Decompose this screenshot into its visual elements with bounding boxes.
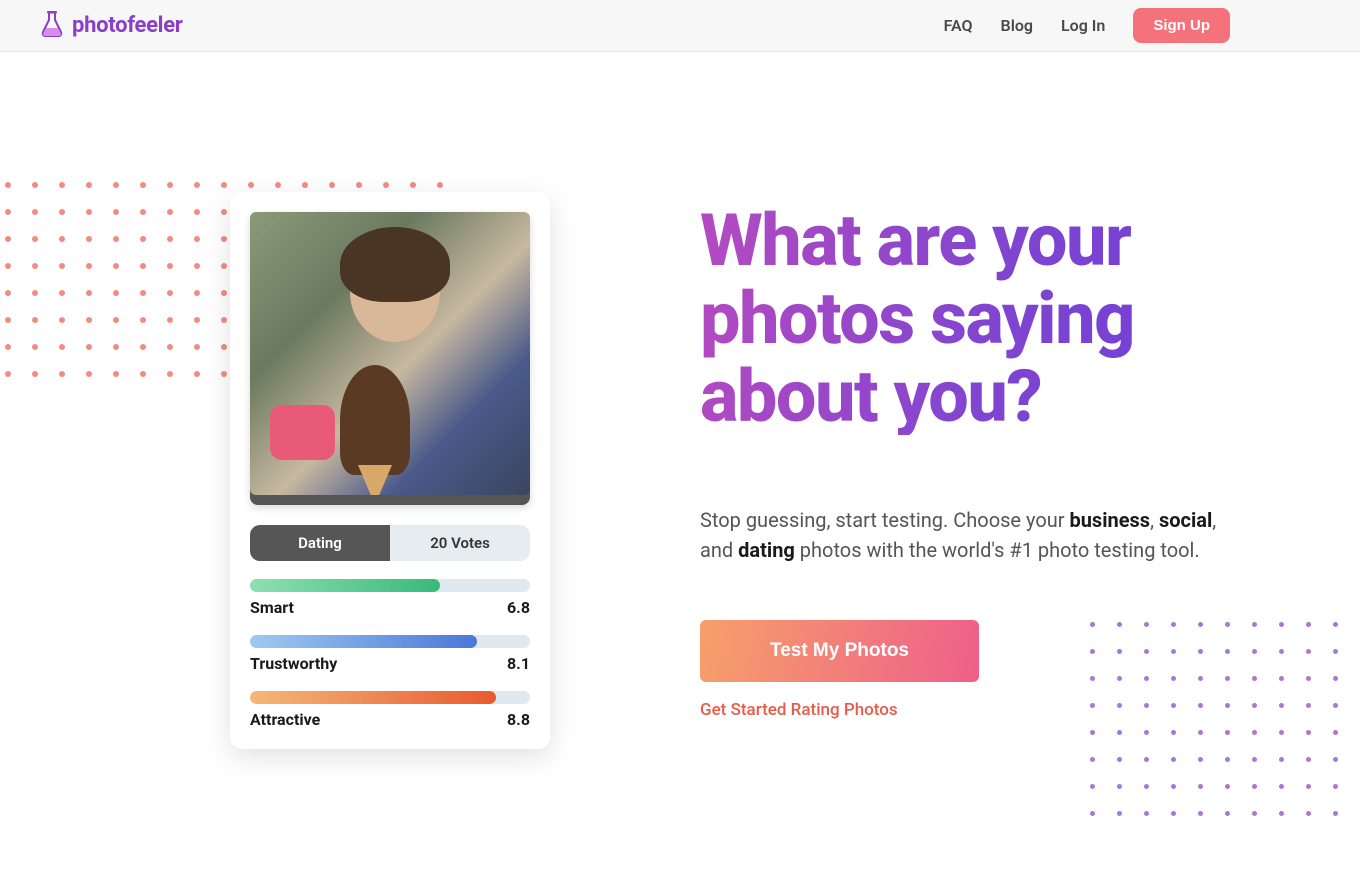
trait-label: Trustworthy — [250, 654, 337, 673]
rating-photos-link[interactable]: Get Started Rating Photos — [700, 700, 1280, 720]
trait-score: 6.8 — [507, 598, 530, 617]
hero-left: Dating 20 Votes Smart 6.8 Trustworthy 8.1 At… — [0, 132, 680, 749]
flask-icon — [40, 10, 64, 42]
signup-button[interactable]: Sign Up — [1133, 8, 1230, 43]
hero-section: Dating 20 Votes Smart 6.8 Trustworthy 8.1 At… — [0, 52, 1360, 869]
tag-votes[interactable]: 20 Votes — [390, 525, 530, 561]
brand-logo[interactable]: photofeeler — [40, 10, 183, 42]
trait-item: Attractive 8.8 — [250, 691, 530, 729]
nav-faq[interactable]: FAQ — [944, 16, 973, 35]
test-photos-button[interactable]: Test My Photos — [700, 620, 979, 682]
hero-subtext: Stop guessing, start testing. Choose you… — [700, 505, 1240, 565]
trait-item: Trustworthy 8.1 — [250, 635, 530, 673]
sub-suffix: photos with the world's #1 photo testing… — [795, 538, 1200, 562]
brand-name: photofeeler — [72, 13, 183, 38]
header: photofeeler FAQ Blog Log In Sign Up — [0, 0, 1360, 52]
trait-score: 8.8 — [507, 710, 530, 729]
trait-item: Smart 6.8 — [250, 579, 530, 617]
tag-category[interactable]: Dating — [250, 525, 390, 561]
nav-blog[interactable]: Blog — [1001, 16, 1033, 35]
trait-label: Smart — [250, 598, 294, 617]
photo-frame — [250, 212, 530, 505]
sub-business: business — [1069, 508, 1150, 532]
top-nav: FAQ Blog Log In Sign Up — [944, 8, 1320, 43]
trait-list: Smart 6.8 Trustworthy 8.1 Attractive 8.8 — [250, 579, 530, 729]
trait-bar-track — [250, 635, 530, 648]
trait-label: Attractive — [250, 710, 320, 729]
hero-right: What are your photos saying about you? S… — [680, 132, 1360, 749]
trait-row: Trustworthy 8.1 — [250, 654, 530, 673]
sub-sep1: , — [1150, 508, 1159, 532]
nav-login[interactable]: Log In — [1061, 16, 1105, 35]
sample-photo — [250, 212, 530, 495]
trait-bar-fill — [250, 691, 496, 704]
hero-title: What are your photos saying about you? — [700, 202, 1280, 435]
trait-bar-fill — [250, 635, 477, 648]
trait-score: 8.1 — [507, 654, 530, 673]
sub-dating: dating — [738, 538, 795, 562]
trait-bar-fill — [250, 579, 440, 592]
sub-prefix: Stop guessing, start testing. Choose you… — [700, 508, 1069, 532]
sub-social: social — [1159, 508, 1212, 532]
trait-row: Attractive 8.8 — [250, 710, 530, 729]
card-tags: Dating 20 Votes — [250, 525, 530, 561]
trait-row: Smart 6.8 — [250, 598, 530, 617]
trait-bar-track — [250, 579, 530, 592]
result-card: Dating 20 Votes Smart 6.8 Trustworthy 8.1 At… — [230, 192, 550, 749]
trait-bar-track — [250, 691, 530, 704]
